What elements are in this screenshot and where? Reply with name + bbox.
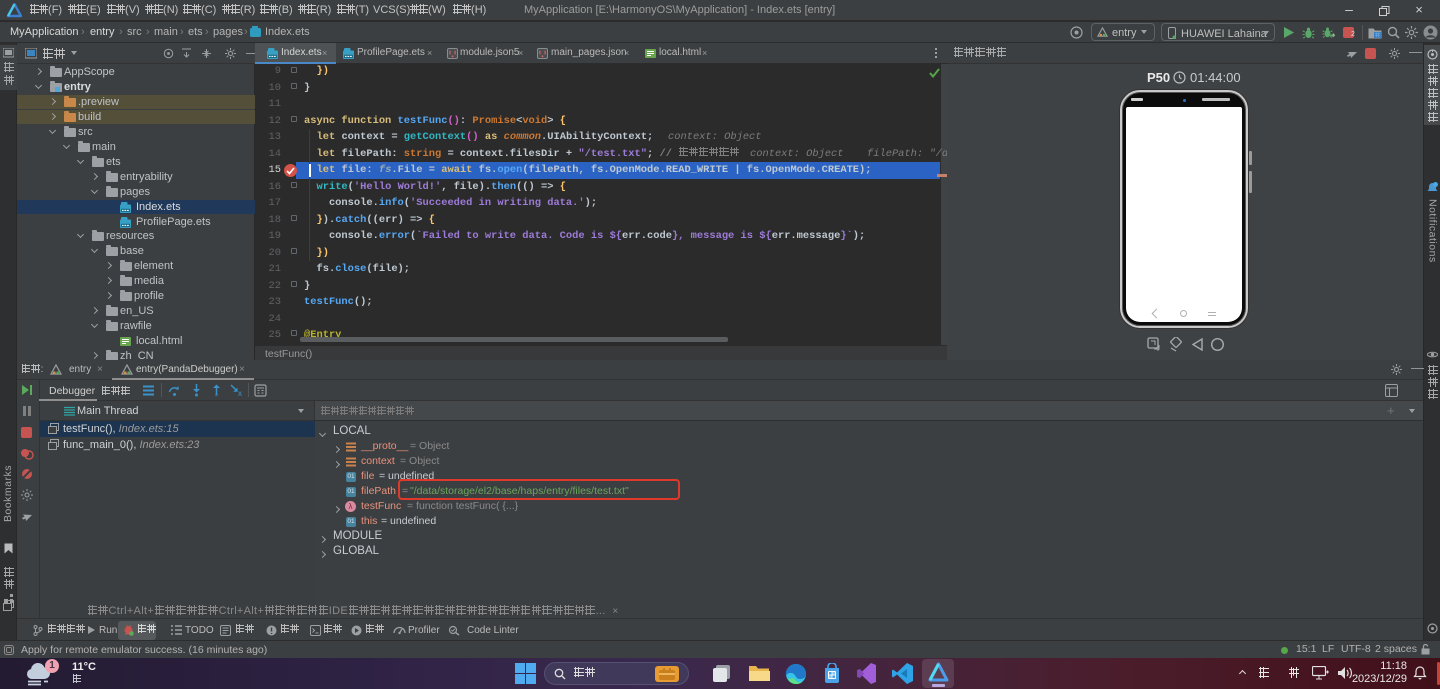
svg-text:x: x xyxy=(238,389,242,397)
